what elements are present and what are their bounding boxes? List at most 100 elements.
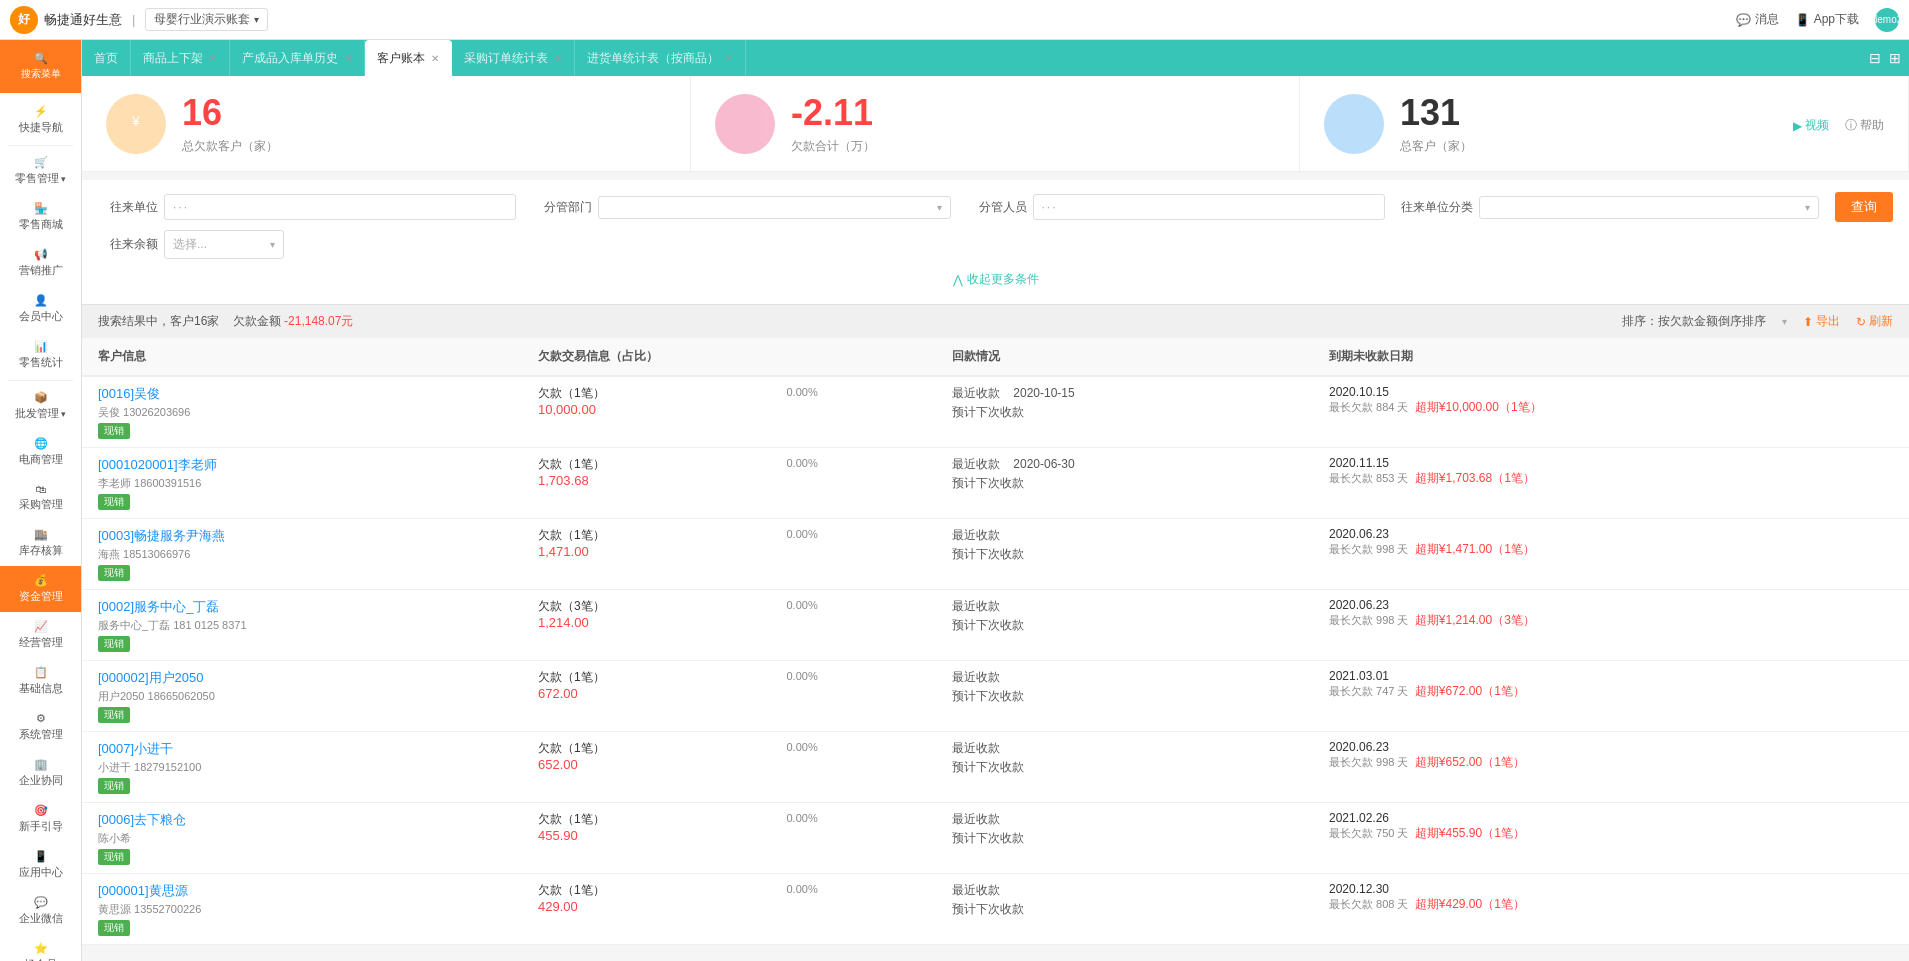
customers-info: 131 总客户（家） [1400, 92, 1472, 155]
sidebar-item-member[interactable]: 👤 会员中心 [0, 286, 81, 332]
customer-phone: 用户2050 18665062050 [98, 689, 506, 704]
tab-label: 客户账本 [377, 50, 425, 67]
customer-name-link[interactable]: [0002]服务中心_丁磊 [98, 598, 506, 616]
customer-name-link[interactable]: [0001020001]李老师 [98, 456, 506, 474]
tab-close-icon[interactable]: ✕ [431, 53, 439, 64]
tab-close-icon[interactable]: ✕ [725, 53, 733, 64]
manager-input[interactable]: ··· [1033, 194, 1385, 220]
export-button[interactable]: ⬆ 导出 [1803, 313, 1840, 330]
tab-close-icon[interactable]: ✕ [554, 53, 562, 64]
collapse-icon: ⋀ [953, 273, 963, 287]
sidebar-item-system[interactable]: ⚙ 系统管理 [0, 704, 81, 750]
balance-dropdown[interactable]: 选择... ▾ [164, 230, 284, 259]
sidebar-item-purchase[interactable]: 🛍 采购管理 [0, 475, 81, 520]
repayment-cell: 最近收款 预计下次收款 [936, 732, 1313, 803]
overdue-info: 最长欠款 998 天 超期¥1,214.00（3笔） [1329, 612, 1893, 629]
sidebar-item-retail-stats[interactable]: 📊 零售统计 [0, 332, 81, 378]
sidebar-item-appstore[interactable]: 📱 应用中心 [0, 842, 81, 888]
customer-phone: 海燕 18513066976 [98, 547, 506, 562]
debt-count-cell: 欠款（1笔） 1,703.68 [522, 448, 762, 519]
company-selector[interactable]: 母婴行业演示账套 ▾ [145, 8, 268, 31]
sidebar-top: 🔍 搜索菜单 [0, 40, 81, 93]
tab-production-history[interactable]: 产成品入库单历史 ✕ [230, 40, 365, 76]
tab-close-icon[interactable]: ✕ [209, 53, 217, 64]
table-row: [0001020001]李老师 李老师 18600391516 现销 欠款（1笔… [82, 448, 1909, 519]
sidebar-item-wecom[interactable]: 💬 企业微信 [0, 888, 81, 934]
minimize-icon[interactable]: ⊟ [1869, 50, 1881, 66]
customer-name-link[interactable]: [0003]畅捷服务尹海燕 [98, 527, 506, 545]
customer-name-link[interactable]: [000001]黄思源 [98, 882, 506, 900]
customer-name-link[interactable]: [000002]用户2050 [98, 669, 506, 687]
sidebar-item-marketing[interactable]: 📢 营销推广 [0, 240, 81, 286]
app-download-btn[interactable]: 📱 App下载 [1795, 11, 1859, 28]
collapse-bar[interactable]: ⋀ 收起更多条件 [98, 267, 1893, 292]
dept-input[interactable]: ▾ [598, 196, 950, 219]
query-button[interactable]: 查询 [1835, 192, 1893, 222]
overdue-link[interactable]: 超期¥1,214.00（3笔） [1415, 613, 1535, 627]
overdue-days: 最长欠款 750 天 [1329, 827, 1412, 839]
overdue-link[interactable]: 超期¥455.90（1笔） [1415, 826, 1525, 840]
purchase-icon: 🛍 [35, 483, 46, 495]
refresh-button[interactable]: ↻ 刷新 [1856, 313, 1893, 330]
customer-cell: [0002]服务中心_丁磊 服务中心_丁磊 181 0125 8371 现销 [82, 590, 522, 661]
user-menu[interactable]: demo2 [1875, 8, 1899, 32]
sidebar-item-vip[interactable]: ⭐ 畅会员 [0, 934, 81, 961]
sidebar-item-ecommerce[interactable]: 🌐 电商管理 [0, 429, 81, 475]
customer-name-link[interactable]: [0006]去下粮仓 [98, 811, 506, 829]
customer-tag: 现销 [98, 423, 130, 439]
from-unit-input[interactable]: ··· [164, 194, 516, 220]
system-icon: ⚙ [36, 712, 46, 725]
sort-label: 排序：按欠款金额倒序排序 [1622, 313, 1766, 330]
debt-percent: 0.00% [786, 741, 817, 753]
sidebar-item-enterprise[interactable]: 🏢 企业协同 [0, 750, 81, 796]
overdue-link[interactable]: 超期¥1,703.68（1笔） [1415, 471, 1535, 485]
recent-pay: 最近收款 预计下次收款 [952, 598, 1297, 634]
member-icon: 👤 [34, 294, 48, 307]
wecom-icon: 💬 [34, 896, 48, 909]
sidebar-item-batch-mgmt[interactable]: 📦 批发管理 ▾ [0, 383, 81, 429]
overdue-link[interactable]: 超期¥10,000.00（1笔） [1415, 400, 1542, 414]
tab-home[interactable]: 首页 [82, 40, 131, 76]
maximize-icon[interactable]: ⊞ [1889, 50, 1901, 66]
tab-close-icon[interactable]: ✕ [344, 53, 352, 64]
debt-percent: 0.00% [786, 528, 817, 540]
sort-chevron-icon[interactable]: ▾ [1782, 316, 1787, 327]
customer-name-link[interactable]: [0007]小进干 [98, 740, 506, 758]
svg-rect-7 [1362, 118, 1370, 138]
tab-purchase-order-stats[interactable]: 采购订单统计表 ✕ [452, 40, 575, 76]
debt-icon [715, 94, 775, 154]
view-btn[interactable]: ▶ 视频 [1793, 117, 1829, 134]
customer-phone: 吴俊 13026203696 [98, 405, 506, 420]
sidebar-item-newguide[interactable]: 🎯 新手引导 [0, 796, 81, 842]
sidebar-item-quick-nav[interactable]: ⚡ 快捷导航 [0, 97, 81, 143]
debt-amount: 455.90 [538, 828, 746, 843]
stat-card-right: ▶ 视频 ⓘ 帮助 [1793, 113, 1884, 134]
from-unit-label: 往来单位 [98, 199, 158, 216]
chevron-down-icon: ▾ [61, 174, 66, 184]
overdue-link[interactable]: 超期¥652.00（1笔） [1415, 755, 1525, 769]
due-date-cell: 2020.06.23 最长欠款 998 天 超期¥1,471.00（1笔） [1313, 519, 1909, 590]
tab-product-listing[interactable]: 商品上下架 ✕ [131, 40, 230, 76]
sidebar-item-operations[interactable]: 📈 经营管理 [0, 612, 81, 658]
overdue-link[interactable]: 超期¥672.00（1笔） [1415, 684, 1525, 698]
tab-purchase-stats-by-product[interactable]: 进货单统计表（按商品） ✕ [575, 40, 746, 76]
customer-name-link[interactable]: [0016]吴俊 [98, 385, 506, 403]
debt-amount: 1,703.68 [538, 473, 746, 488]
chevron-icon: ▾ [61, 409, 66, 419]
unit-class-input[interactable]: ▾ [1479, 196, 1819, 219]
overdue-link[interactable]: 超期¥1,471.00（1笔） [1415, 542, 1535, 556]
overdue-link[interactable]: 超期¥429.00（1笔） [1415, 897, 1525, 911]
sidebar-search[interactable]: 🔍 搜索菜单 [0, 46, 81, 87]
debtors-label: 总欠款客户（家） [182, 138, 278, 155]
recent-pay: 最近收款 预计下次收款 [952, 527, 1297, 563]
sidebar-item-retail-mall[interactable]: 🏪 零售商城 [0, 194, 81, 240]
recent-pay: 最近收款 2020-06-30 预计下次收款 [952, 456, 1297, 492]
sidebar-item-finance[interactable]: 💰 资金管理 [0, 566, 81, 612]
tab-customer-ledger[interactable]: 客户账本 ✕ [365, 40, 452, 76]
debtors-icon: ¥ [106, 94, 166, 154]
sidebar-item-retail-mgmt[interactable]: 🛒 零售管理 ▾ [0, 148, 81, 194]
message-btn[interactable]: 💬 消息 [1736, 11, 1779, 28]
sidebar-item-basic[interactable]: 📋 基础信息 [0, 658, 81, 704]
sidebar-item-inventory[interactable]: 🏬 库存核算 [0, 520, 81, 566]
help-btn[interactable]: ⓘ 帮助 [1845, 117, 1884, 134]
